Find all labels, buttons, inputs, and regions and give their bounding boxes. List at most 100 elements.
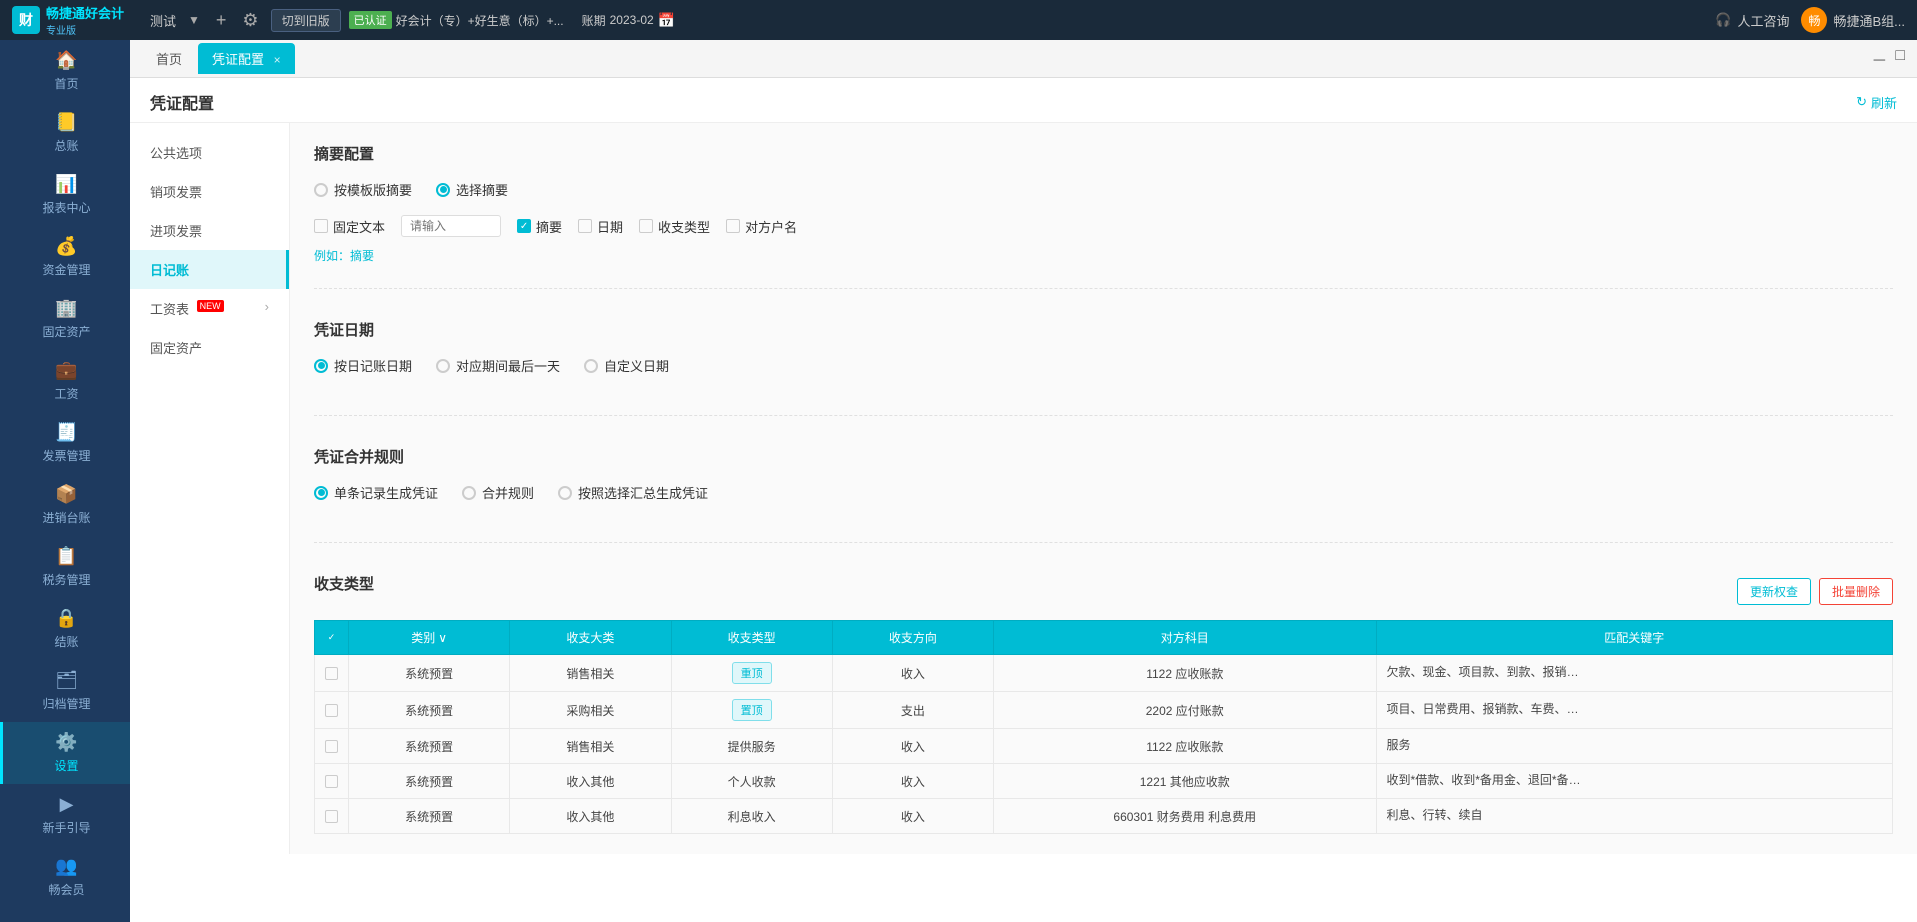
purchase-icon: 📦 [55, 484, 77, 505]
cell-major: 收入其他 [510, 799, 671, 834]
checkbox-date[interactable]: 日期 [578, 217, 623, 236]
checkbox-type-label: 收支类型 [658, 217, 710, 236]
sidebar-item-member[interactable]: 👥 畅会员 [0, 846, 130, 908]
cell-type: 利息收入 [671, 799, 832, 834]
sidebar-label-member: 畅会员 [48, 881, 84, 898]
cell-keywords: 服务 [1376, 729, 1892, 764]
sidebar-item-purchase[interactable]: 📦 进销台账 [0, 474, 130, 536]
cell-direction: 收入 [832, 729, 993, 764]
radio-merge-rule[interactable]: 合并规则 [462, 483, 534, 502]
page-content: 凭证配置 ↻ 刷新 公共选项 销项发票 进项发票 日记账 工资表 NEW › [130, 78, 1917, 922]
update-button[interactable]: 更新权查 [1737, 578, 1811, 605]
switch-version-button[interactable]: 切到旧版 [271, 9, 341, 32]
radio-merge-rule-circle [462, 486, 476, 500]
sidebar-item-archive[interactable]: 🗂 归档管理 [0, 660, 130, 722]
calendar-icon[interactable]: 📅 [658, 12, 675, 29]
settings-button[interactable]: ⚙ [238, 8, 262, 33]
cell-subject: 1122 应收账款 [994, 729, 1377, 764]
consult-label: 人工咨询 [1737, 11, 1789, 30]
tab-close-icon[interactable]: × [274, 53, 281, 67]
checkbox-type[interactable]: 收支类型 [639, 217, 710, 236]
batch-delete-button[interactable]: 批量删除 [1819, 578, 1893, 605]
col-category: 类别 ∨ [349, 621, 510, 655]
radio-select[interactable]: 选择摘要 [436, 180, 508, 199]
consult-btn[interactable]: 🎧 人工咨询 [1715, 11, 1789, 30]
sidebar-item-guide[interactable]: ▶ 新手引导 [0, 784, 130, 846]
left-nav-purchase-invoice[interactable]: 进项发票 [130, 211, 289, 250]
checkbox-counterparty[interactable]: 对方户名 [726, 217, 797, 236]
right-main: 摘要配置 按模板版摘要 选择摘要 [290, 123, 1917, 854]
reset-btn-0[interactable]: 重顶 [732, 662, 772, 684]
dropdown-arrow-icon[interactable]: ▼ [188, 13, 200, 27]
sidebar-item-invoice[interactable]: 🧾 发票管理 [0, 412, 130, 474]
radio-summary-gen[interactable]: 按照选择汇总生成凭证 [558, 483, 708, 502]
left-nav-fixed-assets[interactable]: 固定资产 [130, 328, 289, 367]
checkbox-date-label: 日期 [597, 217, 623, 236]
close-period-icon: 🔒 [55, 608, 77, 629]
user-menu[interactable]: 畅 畅捷通B组... [1801, 7, 1905, 33]
checkbox-fixed-text-label: 固定文本 [333, 217, 385, 236]
avatar: 畅 [1801, 7, 1827, 33]
radio-custom-date-circle [584, 359, 598, 373]
sidebar-item-settings[interactable]: ⚙️ 设置 [0, 722, 130, 784]
sidebar-item-close[interactable]: 🔒 结账 [0, 598, 130, 660]
tab-voucher-config[interactable]: 凭证配置 × [198, 43, 295, 74]
minimize-icon[interactable]: － [1871, 47, 1887, 71]
sidebar-item-salary[interactable]: 💼 工资 [0, 350, 130, 412]
sidebar-label-reports: 报表中心 [42, 199, 90, 216]
expand-arrow-icon[interactable]: › [265, 299, 269, 314]
left-nav-journal[interactable]: 日记账 [130, 250, 289, 289]
radio-last-day[interactable]: 对应期间最后一天 [436, 356, 560, 375]
page-header: 凭证配置 ↻ 刷新 [130, 78, 1917, 123]
reports-icon: 📊 [55, 174, 77, 195]
row-checkbox-1[interactable] [325, 704, 338, 717]
left-nav-public[interactable]: 公共选项 [130, 133, 289, 172]
row-checkbox-2[interactable] [325, 740, 338, 753]
col-type: 收支类型 [671, 621, 832, 655]
checkbox-summary[interactable]: ✓ 摘要 [517, 217, 562, 236]
sidebar-item-ledger[interactable]: 📒 总账 [0, 102, 130, 164]
checkbox-fixed-text[interactable]: 固定文本 [314, 217, 385, 236]
checkbox-date-box [578, 219, 592, 233]
home-icon: 🏠 [55, 50, 77, 71]
period-label: 账期 [582, 12, 606, 29]
income-title: 收支类型 [314, 573, 374, 594]
left-nav-sale-invoice[interactable]: 销项发票 [130, 172, 289, 211]
window-controls: － □ [1871, 47, 1905, 71]
sidebar-item-tax[interactable]: 📋 税务管理 [0, 536, 130, 598]
username-label: 畅捷通B组... [1833, 11, 1905, 30]
table-header: ✓ 类别 ∨ 收支大类 收支类型 收支方向 对方科目 匹配关键字 [315, 621, 1893, 655]
row-checkbox-3[interactable] [325, 775, 338, 788]
table-row: 系统预置销售相关提供服务收入1122 应收账款服务 [315, 729, 1893, 764]
cell-subject: 1221 其他应收款 [994, 764, 1377, 799]
maximize-icon[interactable]: □ [1895, 47, 1905, 71]
cell-subject: 2202 应付账款 [994, 692, 1377, 729]
tab-home[interactable]: 首页 [142, 43, 196, 74]
fixed-text-input[interactable] [401, 215, 501, 237]
sidebar-label-salary: 工资 [54, 385, 78, 402]
checkbox-counterparty-label: 对方户名 [745, 217, 797, 236]
refresh-icon: ↻ [1856, 94, 1867, 110]
row-checkbox-0[interactable] [325, 667, 338, 680]
left-nav-payroll[interactable]: 工资表 NEW › [130, 289, 289, 328]
refresh-button[interactable]: ↻ 刷新 [1856, 93, 1897, 112]
radio-single[interactable]: 单条记录生成凭证 [314, 483, 438, 502]
cell-subject: 660301 财务费用 利息费用 [994, 799, 1377, 834]
select-all-checkbox[interactable]: ✓ [325, 631, 338, 644]
sort-icon[interactable]: ∨ [438, 631, 447, 645]
reset-btn-1[interactable]: 置顶 [732, 699, 772, 721]
sidebar-item-assets[interactable]: 🏢 固定资产 [0, 288, 130, 350]
cell-type: 置顶 [671, 692, 832, 729]
radio-template[interactable]: 按模板版摘要 [314, 180, 412, 199]
assets-icon: 🏢 [55, 298, 77, 319]
cell-major: 采购相关 [510, 692, 671, 729]
sidebar-item-reports[interactable]: 📊 报表中心 [0, 164, 130, 226]
col-subject: 对方科目 [994, 621, 1377, 655]
sidebar-item-home[interactable]: 🏠 首页 [0, 40, 130, 102]
radio-custom-date[interactable]: 自定义日期 [584, 356, 669, 375]
summary-title: 摘要配置 [314, 143, 1893, 164]
add-button[interactable]: + [212, 8, 231, 33]
sidebar-item-funds[interactable]: 💰 资金管理 [0, 226, 130, 288]
radio-journal-date[interactable]: 按日记账日期 [314, 356, 412, 375]
row-checkbox-4[interactable] [325, 810, 338, 823]
